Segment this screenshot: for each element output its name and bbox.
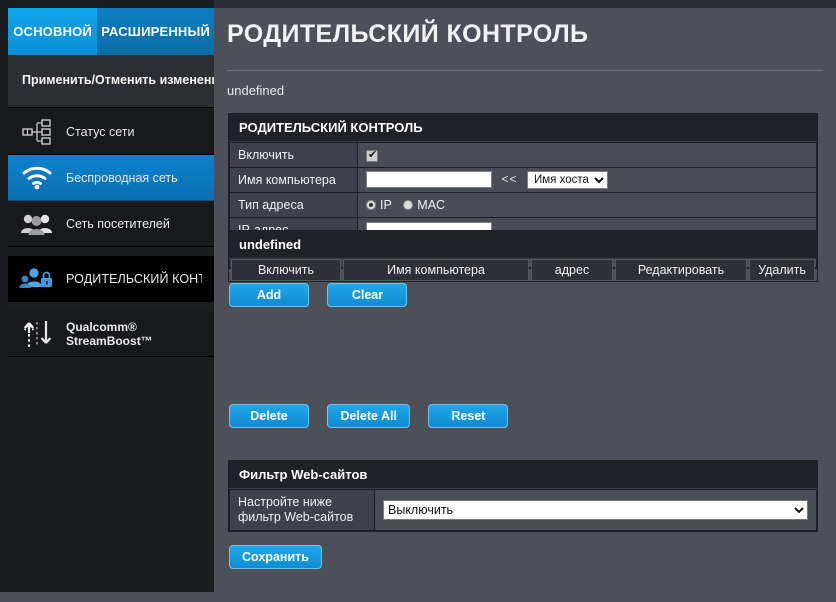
sidebar-item-label: Статус сети	[66, 124, 135, 139]
form-button-row: Add Clear	[229, 283, 421, 307]
enable-label: Включить	[229, 142, 358, 168]
sidebar-item-label: Беспроводная сеть	[66, 170, 178, 185]
panel-heading: РОДИТЕЛЬСКИЙ КОНТРОЛЬ	[229, 114, 817, 142]
rules-list-panel: undefined Включить Имя компьютера адрес …	[228, 230, 818, 282]
apply-cancel-label: Применить/Отменить изменения	[22, 73, 227, 87]
col-edit: Редактировать	[615, 259, 747, 281]
tab-advanced[interactable]: РАСШИРЕННЫЙ	[97, 8, 214, 55]
delete-button[interactable]: Delete	[229, 404, 309, 428]
address-type-label: Тип адреса	[229, 192, 358, 218]
rules-table-header: Включить Имя компьютера адрес Редактиров…	[229, 259, 817, 281]
streamboost-line2: StreamBoost™	[66, 333, 153, 348]
web-filter-panel: Фильтр Web-сайтов Настройте ниже фильтр …	[228, 460, 818, 532]
main-content: РОДИТЕЛЬСКИЙ КОНТРОЛЬ undefined РОДИТЕЛЬ…	[214, 8, 836, 602]
streamboost-arrows-icon	[8, 311, 66, 357]
address-type-cell: IP MAC	[357, 192, 817, 218]
sidebar-nav: Статус сети Беспроводная сеть Сеть посет…	[8, 109, 240, 357]
tab-basic[interactable]: ОСНОВНОЙ	[8, 8, 98, 68]
parental-control-icon	[8, 256, 66, 302]
copy-arrows-label: <<	[501, 172, 518, 186]
table-row: Тип адреса IP MAC	[229, 192, 817, 218]
tab-basic-label: ОСНОВНОЙ	[13, 24, 93, 39]
save-button-row: Сохранить	[229, 545, 336, 569]
router-admin-page: ОСНОВНОЙ РАСШИРЕННЫЙ Применить/Отменить …	[0, 0, 836, 602]
table-row: Включить	[229, 142, 817, 168]
add-button[interactable]: Add	[229, 283, 309, 307]
radio-ip-label: IP	[380, 197, 392, 212]
sidebar-item-streamboost[interactable]: Qualcomm® StreamBoost™	[8, 311, 214, 357]
computer-name-input[interactable]	[366, 171, 492, 189]
host-name-select[interactable]: Имя хоста	[526, 171, 608, 189]
col-enable: Включить	[231, 259, 341, 281]
computer-name-cell: << Имя хоста	[357, 167, 817, 193]
sidebar-item-network-status[interactable]: Статус сети	[8, 109, 214, 155]
list-button-row: Delete Delete All Reset	[229, 404, 522, 428]
sidebar-item-parental-control[interactable]: РОДИТЕЛЬСКИЙ КОНТРОЛЬ	[8, 256, 240, 302]
sidebar-item-label: Qualcomm® StreamBoost™	[66, 320, 153, 348]
web-filter-table: Настройте ниже фильтр Web-сайтов Выключи…	[229, 489, 817, 531]
reset-button[interactable]: Reset	[428, 404, 509, 428]
web-filter-label-line2: фильтр Web-сайтов	[238, 510, 354, 524]
web-filter-row-label: Настройте ниже фильтр Web-сайтов	[229, 489, 375, 531]
web-filter-select-cell: Выключить	[374, 489, 817, 531]
delete-all-button[interactable]: Delete All	[327, 404, 410, 428]
clear-button[interactable]: Clear	[327, 283, 408, 307]
top-strip-dark	[0, 0, 214, 8]
address-type-mac[interactable]: MAC	[403, 198, 445, 212]
guest-users-icon	[8, 201, 66, 247]
col-computer-name: Имя компьютера	[343, 259, 529, 281]
tab-advanced-label: РАСШИРЕННЫЙ	[101, 24, 210, 39]
save-button[interactable]: Сохранить	[229, 545, 322, 569]
enable-cell	[357, 142, 817, 168]
page-subtitle: undefined	[227, 83, 285, 98]
col-delete: Удалить	[749, 259, 815, 281]
wifi-icon	[8, 155, 66, 201]
table-row: Имя компьютера << Имя хоста	[229, 167, 817, 193]
radio-mac-icon[interactable]	[403, 199, 414, 210]
computer-name-label: Имя компьютера	[229, 167, 358, 193]
list-panel-heading: undefined	[229, 231, 817, 259]
address-type-ip[interactable]: IP	[366, 198, 392, 212]
table-row: Настройте ниже фильтр Web-сайтов Выключи…	[229, 489, 817, 531]
web-filter-label-line1: Настройте ниже	[238, 495, 333, 509]
apply-cancel-bar[interactable]: Применить/Отменить изменения	[8, 55, 226, 108]
col-address: адрес	[531, 259, 613, 281]
sidebar-item-label: Сеть посетителей	[66, 216, 170, 231]
sidebar-item-guest-network[interactable]: Сеть посетителей	[8, 201, 214, 247]
page-title: РОДИТЕЛЬСКИЙ КОНТРОЛЬ	[227, 20, 589, 48]
title-divider	[227, 70, 823, 71]
radio-mac-label: MAC	[417, 197, 446, 212]
web-filter-heading: Фильтр Web-сайтов	[229, 461, 817, 489]
streamboost-line1: Qualcomm®	[66, 319, 137, 334]
sidebar: ОСНОВНОЙ РАСШИРЕННЫЙ Применить/Отменить …	[0, 8, 240, 592]
network-status-icon	[8, 109, 66, 155]
sidebar-item-wireless[interactable]: Беспроводная сеть	[8, 155, 214, 201]
tab-bar: ОСНОВНОЙ РАСШИРЕННЫЙ	[8, 8, 214, 68]
top-strip	[0, 0, 836, 8]
web-filter-select[interactable]: Выключить	[383, 500, 808, 520]
table-header-row: Включить Имя компьютера адрес Редактиров…	[231, 259, 815, 281]
radio-ip-icon[interactable]	[366, 199, 376, 210]
enable-checkbox[interactable]	[366, 148, 378, 162]
